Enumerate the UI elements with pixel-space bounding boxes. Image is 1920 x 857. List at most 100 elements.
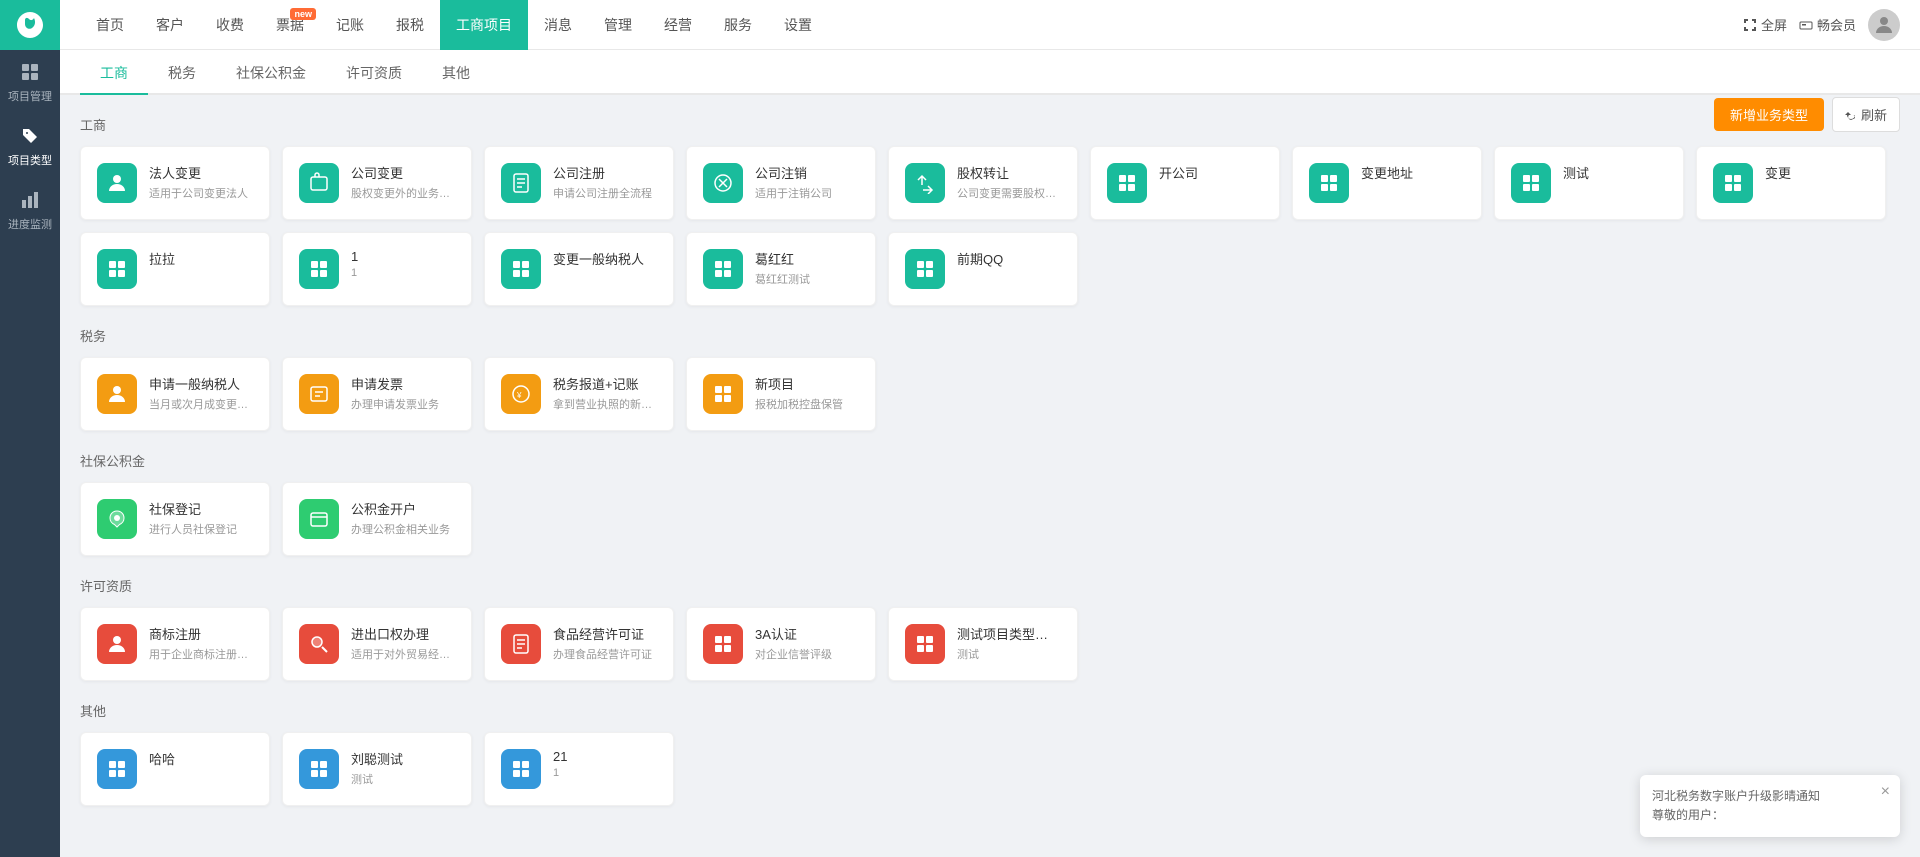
card-lala[interactable]: 拉拉 bbox=[80, 232, 270, 306]
card-test-type[interactable]: 测试项目类型目定义 测试 bbox=[888, 607, 1078, 681]
card-desc: 拿到营业执照的新公司 bbox=[553, 396, 657, 412]
topnav-right: 全屏 畅会员 bbox=[1743, 9, 1900, 41]
card-title: 公司注册 bbox=[553, 163, 657, 182]
card-title: 变更 bbox=[1765, 163, 1869, 182]
content-area: 工商 税务 社保公积金 许可资质 其他 新增业务类型 刷新 bbox=[60, 50, 1920, 857]
license-section: 许可资质 商标注册 用于企业商标注册服务 bbox=[80, 576, 1900, 681]
nav-industry[interactable]: 工商项目 bbox=[440, 0, 528, 50]
card-tax-report-accounting[interactable]: ¥ 税务报道+记账 拿到营业执照的新公司 bbox=[484, 357, 674, 431]
card-icon bbox=[703, 163, 743, 203]
license-section-title: 许可资质 bbox=[80, 576, 1900, 595]
card-new-project[interactable]: 新项目 报税加税控盘保管 bbox=[686, 357, 876, 431]
sidebar: 项目管理 项目类型 进度监测 bbox=[0, 0, 60, 857]
card-desc: 公司变更需要股权转让 bbox=[957, 185, 1061, 201]
card-icon bbox=[1713, 163, 1753, 203]
card-one[interactable]: 1 1 bbox=[282, 232, 472, 306]
member-button[interactable]: 畅会员 bbox=[1799, 15, 1856, 34]
social-cards-grid: 社保登记 进行人员社保登记 公积金开户 办理公积金相关业务 bbox=[80, 482, 1900, 556]
card-icon bbox=[299, 499, 339, 539]
card-apply-general-tax[interactable]: 申请一般纳税人 当月或次月成变更完成 bbox=[80, 357, 270, 431]
nav-home[interactable]: 首页 bbox=[80, 0, 140, 50]
nav-accounting[interactable]: 记账 bbox=[320, 0, 380, 50]
tab-social[interactable]: 社保公积金 bbox=[216, 53, 326, 95]
notification-close-button[interactable]: × bbox=[1881, 783, 1890, 801]
sidebar-logo[interactable] bbox=[0, 0, 60, 50]
grid-icon bbox=[18, 60, 42, 84]
card-title: 股权转让 bbox=[957, 163, 1061, 182]
card-desc: 当月或次月成变更完成 bbox=[149, 396, 253, 412]
sidebar-item-project-mgmt[interactable]: 项目管理 bbox=[0, 50, 60, 114]
card-change-address[interactable]: 变更地址 bbox=[1292, 146, 1482, 220]
scroll-content: 工商 法人变更 适用于公司变更法人 bbox=[60, 95, 1920, 857]
card-equity-transfer[interactable]: 股权转让 公司变更需要股权转让 bbox=[888, 146, 1078, 220]
card-icon bbox=[97, 749, 137, 789]
card-ge-hong-hong[interactable]: 葛红红 葛红红测试 bbox=[686, 232, 876, 306]
tab-industry[interactable]: 工商 bbox=[80, 53, 148, 95]
card-icon bbox=[97, 374, 137, 414]
card-title: 测试 bbox=[1563, 163, 1667, 182]
card-icon bbox=[905, 249, 945, 289]
card-pre-qq[interactable]: 前期QQ bbox=[888, 232, 1078, 306]
card-title: 拉拉 bbox=[149, 249, 253, 268]
other-section: 其他 哈哈 bbox=[80, 701, 1900, 806]
card-desc: 测试 bbox=[351, 771, 455, 787]
fullscreen-button[interactable]: 全屏 bbox=[1743, 15, 1787, 34]
card-open-company[interactable]: 开公司 bbox=[1090, 146, 1280, 220]
nav-settings[interactable]: 设置 bbox=[768, 0, 828, 50]
tab-other[interactable]: 其他 bbox=[422, 53, 490, 95]
nav-service[interactable]: 服务 bbox=[708, 0, 768, 50]
tab-tax[interactable]: 税务 bbox=[148, 53, 216, 95]
card-desc: 1 bbox=[553, 767, 657, 779]
nav-customer[interactable]: 客户 bbox=[140, 0, 200, 50]
card-company-change[interactable]: 公司变更 股权变更外的业务变更 bbox=[282, 146, 472, 220]
card-change-tax[interactable]: 变更一般纳税人 bbox=[484, 232, 674, 306]
card-icon bbox=[905, 624, 945, 664]
card-title: 1 bbox=[351, 249, 455, 264]
card-liu-cong[interactable]: 刘聪测试 测试 bbox=[282, 732, 472, 806]
card-company-reg[interactable]: 公司注册 申请公司注册全流程 bbox=[484, 146, 674, 220]
card-icon bbox=[299, 624, 339, 664]
sidebar-item-project-type[interactable]: 项目类型 bbox=[0, 114, 60, 178]
license-cards-grid: 商标注册 用于企业商标注册服务 进出口权办理 适用于对外贸易经营者 bbox=[80, 607, 1900, 681]
nav-ticket[interactable]: 票据 new bbox=[260, 0, 320, 50]
nav-manage[interactable]: 管理 bbox=[588, 0, 648, 50]
card-desc: 1 bbox=[351, 267, 455, 279]
card-desc: 对企业信誉评级 bbox=[755, 646, 859, 662]
card-apply-invoice[interactable]: 申请发票 办理申请发票业务 bbox=[282, 357, 472, 431]
page: 工商 税务 社保公积金 许可资质 其他 新增业务类型 刷新 bbox=[60, 50, 1920, 857]
card-trademark[interactable]: 商标注册 用于企业商标注册服务 bbox=[80, 607, 270, 681]
card-fund-account[interactable]: 公积金开户 办理公积金相关业务 bbox=[282, 482, 472, 556]
nav-message[interactable]: 消息 bbox=[528, 0, 588, 50]
card-title: 公积金开户 bbox=[351, 499, 455, 518]
tab-license[interactable]: 许可资质 bbox=[326, 53, 422, 95]
card-title: 刘聪测试 bbox=[351, 749, 455, 768]
new-type-button[interactable]: 新增业务类型 bbox=[1714, 98, 1824, 131]
sidebar-item-progress[interactable]: 进度监测 bbox=[0, 178, 60, 242]
card-title: 商标注册 bbox=[149, 624, 253, 643]
nav-payment[interactable]: 收费 bbox=[200, 0, 260, 50]
card-company-cancel[interactable]: 公司注销 适用于注销公司 bbox=[686, 146, 876, 220]
card-food-license[interactable]: 食品经营许可证 办理食品经营许可证 bbox=[484, 607, 674, 681]
card-test[interactable]: 测试 bbox=[1494, 146, 1684, 220]
nav-tax[interactable]: 报税 bbox=[380, 0, 440, 50]
card-title: 申请一般纳税人 bbox=[149, 374, 253, 393]
card-3a-cert[interactable]: 3A认证 对企业信誉评级 bbox=[686, 607, 876, 681]
card-title: 21 bbox=[553, 749, 657, 764]
card-twenty-one[interactable]: 21 1 bbox=[484, 732, 674, 806]
card-import-export[interactable]: 进出口权办理 适用于对外贸易经营者 bbox=[282, 607, 472, 681]
card-social-reg[interactable]: 社保登记 进行人员社保登记 bbox=[80, 482, 270, 556]
notification-panel: × 河北税务数字账户升级影晴通知 尊敬的用户： bbox=[1640, 775, 1900, 837]
card-icon bbox=[97, 249, 137, 289]
card-icon bbox=[703, 624, 743, 664]
card-desc: 适用于注销公司 bbox=[755, 185, 859, 201]
refresh-button[interactable]: 刷新 bbox=[1832, 97, 1900, 132]
nav-operations[interactable]: 经营 bbox=[648, 0, 708, 50]
industry-section-title: 工商 bbox=[80, 115, 1900, 134]
card-legal-change[interactable]: 法人变更 适用于公司变更法人 bbox=[80, 146, 270, 220]
card-haha[interactable]: 哈哈 bbox=[80, 732, 270, 806]
card-title: 社保登记 bbox=[149, 499, 253, 518]
card-icon bbox=[299, 374, 339, 414]
user-avatar[interactable] bbox=[1868, 9, 1900, 41]
toolbar: 新增业务类型 刷新 bbox=[1714, 97, 1900, 132]
card-change2[interactable]: 变更 bbox=[1696, 146, 1886, 220]
